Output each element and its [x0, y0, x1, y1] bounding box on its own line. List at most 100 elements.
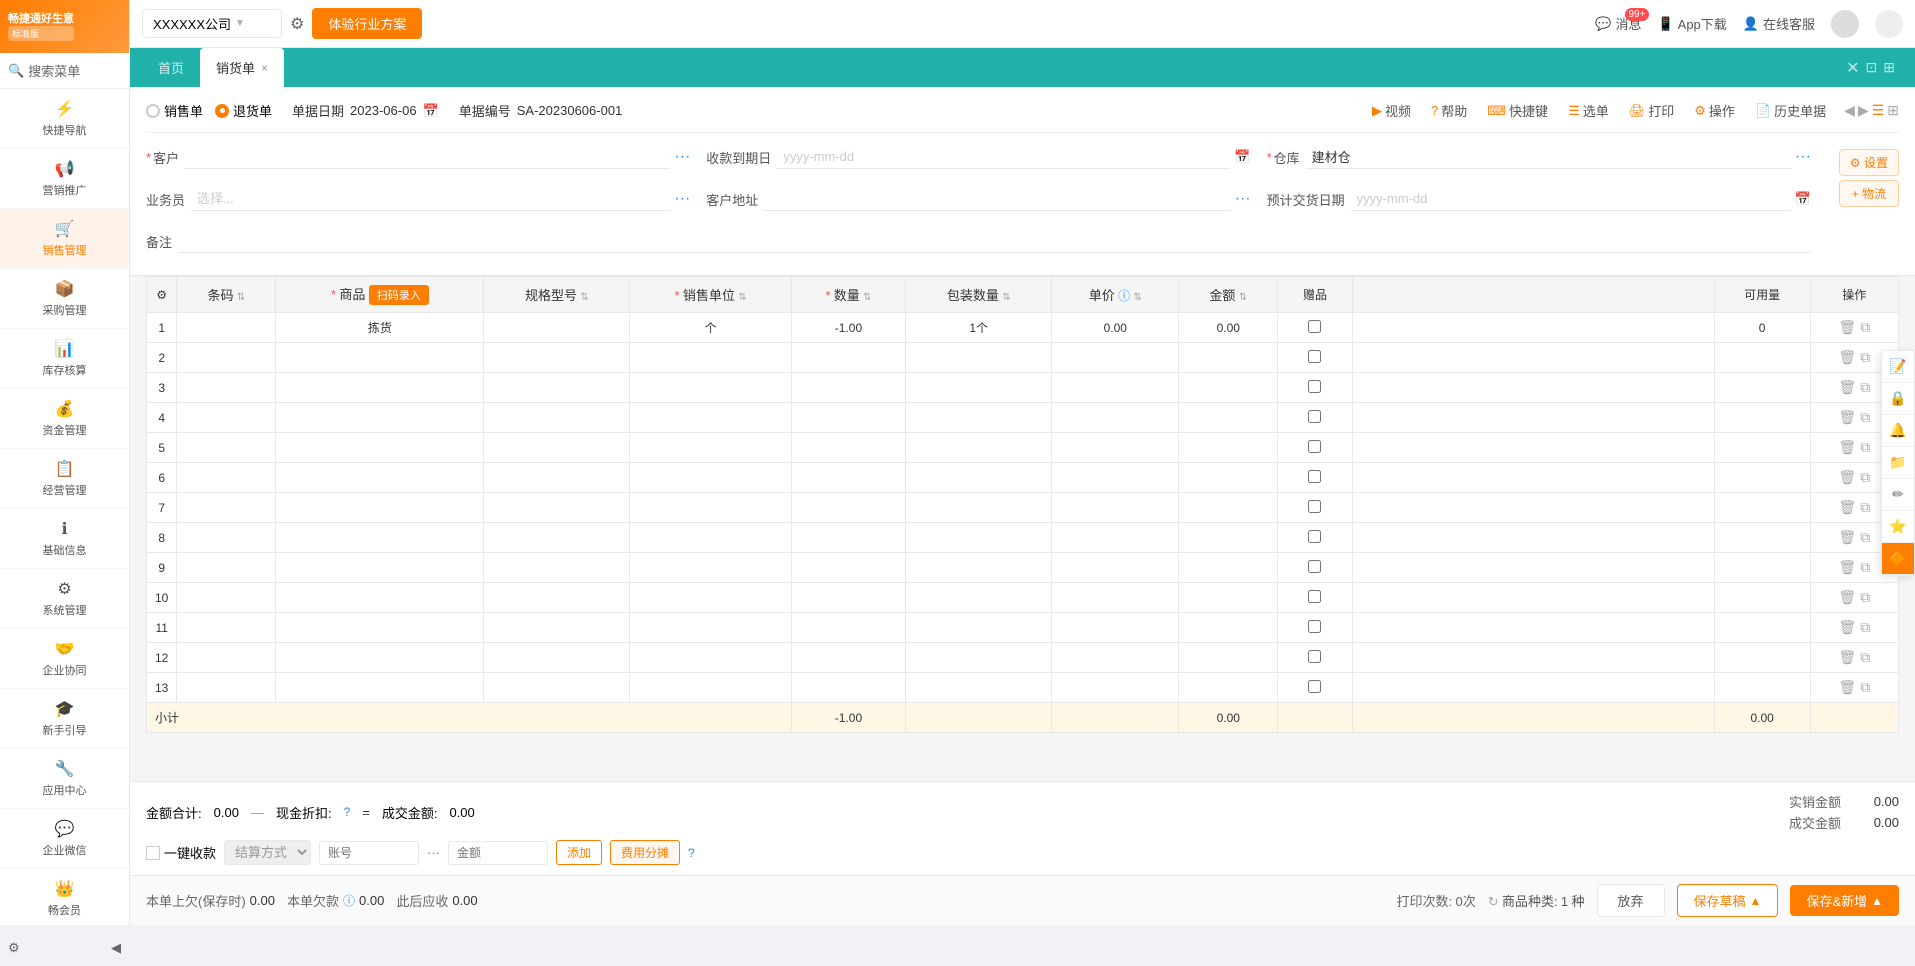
barcode-sort[interactable]: ⇅ [237, 292, 245, 303]
row-product-8[interactable] [276, 553, 484, 583]
row-gift-0[interactable] [1278, 313, 1352, 343]
row-amount-7[interactable] [1179, 523, 1278, 553]
row-pkgqty-5[interactable] [906, 463, 1052, 493]
row-unitprice-2[interactable] [1052, 373, 1179, 403]
copy-icon-7[interactable]: ⧉ [1860, 529, 1870, 546]
delivery-calendar-icon[interactable]: 📅 [1795, 191, 1811, 207]
th-settings[interactable]: ⚙ [147, 277, 177, 313]
delete-icon-1[interactable]: 🗑 [1838, 349, 1856, 366]
list-view-icon[interactable]: ☰ [1872, 102, 1885, 119]
row-spec-3[interactable] [484, 403, 630, 433]
row-unitprice-3[interactable] [1052, 403, 1179, 433]
row-amount-1[interactable] [1179, 343, 1278, 373]
scan-button[interactable]: 扫码录入 [369, 285, 429, 305]
toolbar-shortcut[interactable]: ⌨ 快捷键 [1481, 99, 1554, 122]
row-unitprice-4[interactable] [1052, 433, 1179, 463]
settlement-method-select[interactable]: 结算方式 [224, 840, 311, 865]
row-spec-0[interactable] [484, 313, 630, 343]
warehouse-input[interactable] [1306, 145, 1791, 169]
sidebar-item-8[interactable]: ⚙系统管理 [0, 569, 129, 629]
right-tool-orange[interactable]: 🔶 [1882, 543, 1914, 575]
row-qty-4[interactable] [791, 433, 905, 463]
delete-icon-2[interactable]: 🗑 [1838, 379, 1856, 396]
delete-icon-4[interactable]: 🗑 [1838, 439, 1856, 456]
gift-checkbox-6[interactable] [1308, 500, 1321, 513]
row-amount-0[interactable]: 0.00 [1179, 313, 1278, 343]
sidebar-item-12[interactable]: 💬企业微信 [0, 809, 129, 869]
delete-icon-6[interactable]: 🗑 [1838, 499, 1856, 516]
row-pkgqty-8[interactable] [906, 553, 1052, 583]
radio-return[interactable]: 退货单 [215, 101, 272, 120]
right-tool-note[interactable]: 📝 [1882, 351, 1914, 383]
row-gift-4[interactable] [1278, 433, 1352, 463]
row-pkgqty-6[interactable] [906, 493, 1052, 523]
row-amount-4[interactable] [1179, 433, 1278, 463]
unit-sort[interactable]: ⇅ [738, 292, 746, 303]
row-pkgqty-9[interactable] [906, 583, 1052, 613]
gift-checkbox-5[interactable] [1308, 470, 1321, 483]
row-product-7[interactable] [276, 523, 484, 553]
row-spec-1[interactable] [484, 343, 630, 373]
copy-icon-9[interactable]: ⧉ [1860, 589, 1870, 606]
add-button[interactable]: 添加 [556, 840, 602, 865]
settings-icon[interactable]: ⚙ [8, 940, 20, 956]
row-product-11[interactable] [276, 643, 484, 673]
delete-icon-10[interactable]: 🗑 [1838, 619, 1856, 636]
row-gift-1[interactable] [1278, 343, 1352, 373]
row-gift-10[interactable] [1278, 613, 1352, 643]
delivery-date-input[interactable] [1351, 187, 1791, 211]
row-qty-6[interactable] [791, 493, 905, 523]
row-gift-3[interactable] [1278, 403, 1352, 433]
prev-icon[interactable]: ◀ [1844, 102, 1855, 119]
row-product-2[interactable] [276, 373, 484, 403]
row-qty-0[interactable]: -1.00 [791, 313, 905, 343]
calendar-icon[interactable]: 📅 [423, 103, 439, 119]
row-product-9[interactable] [276, 583, 484, 613]
row-spec-7[interactable] [484, 523, 630, 553]
row-amount-9[interactable] [1179, 583, 1278, 613]
row-qty-8[interactable] [791, 553, 905, 583]
row-pkgqty-11[interactable] [906, 643, 1052, 673]
address-dots[interactable]: ··· [1235, 190, 1251, 208]
row-amount-8[interactable] [1179, 553, 1278, 583]
row-pkgqty-0[interactable]: 1个 [906, 313, 1052, 343]
sidebar-item-2[interactable]: 🛒销售管理 [0, 209, 129, 269]
copy-icon-4[interactable]: ⧉ [1860, 439, 1870, 456]
row-unitprice-5[interactable] [1052, 463, 1179, 493]
row-spec-11[interactable] [484, 643, 630, 673]
sidebar-search[interactable]: 🔍 搜索菜单 [0, 53, 129, 89]
row-spec-6[interactable] [484, 493, 630, 523]
row-pkgqty-7[interactable] [906, 523, 1052, 553]
amount-input[interactable] [448, 841, 548, 865]
sidebar-item-5[interactable]: 💰资金管理 [0, 389, 129, 449]
row-unit-10[interactable] [630, 613, 791, 643]
row-product-10[interactable] [276, 613, 484, 643]
row-pkgqty-2[interactable] [906, 373, 1052, 403]
right-tool-lock[interactable]: 🔒 [1882, 383, 1914, 415]
sidebar-item-6[interactable]: 📋经营管理 [0, 449, 129, 509]
sidebar-item-13[interactable]: 👑畅会员 [0, 869, 129, 929]
payment-checkbox[interactable] [146, 846, 160, 860]
row-barcode-6[interactable] [177, 493, 276, 523]
copy-icon-8[interactable]: ⧉ [1860, 559, 1870, 576]
delete-icon-12[interactable]: 🗑 [1838, 679, 1856, 696]
customer-input[interactable] [185, 145, 670, 169]
delete-icon-8[interactable]: 🗑 [1838, 559, 1856, 576]
row-barcode-7[interactable] [177, 523, 276, 553]
row-barcode-1[interactable] [177, 343, 276, 373]
row-pkgqty-10[interactable] [906, 613, 1052, 643]
close-window-icon[interactable]: ✕ [1846, 58, 1859, 78]
row-gift-7[interactable] [1278, 523, 1352, 553]
message-button[interactable]: 💬 消息 99+ [1595, 14, 1641, 33]
account-dots[interactable]: ··· [427, 845, 440, 860]
toolbar-history[interactable]: 📄 历史单据 [1749, 99, 1832, 122]
sidebar-item-0[interactable]: ⚡快捷导航 [0, 89, 129, 149]
row-qty-11[interactable] [791, 643, 905, 673]
row-barcode-10[interactable] [177, 613, 276, 643]
row-qty-1[interactable] [791, 343, 905, 373]
row-barcode-3[interactable] [177, 403, 276, 433]
qty-sort[interactable]: ⇅ [863, 292, 871, 303]
row-gift-6[interactable] [1278, 493, 1352, 523]
gift-checkbox-10[interactable] [1308, 620, 1321, 633]
row-qty-3[interactable] [791, 403, 905, 433]
